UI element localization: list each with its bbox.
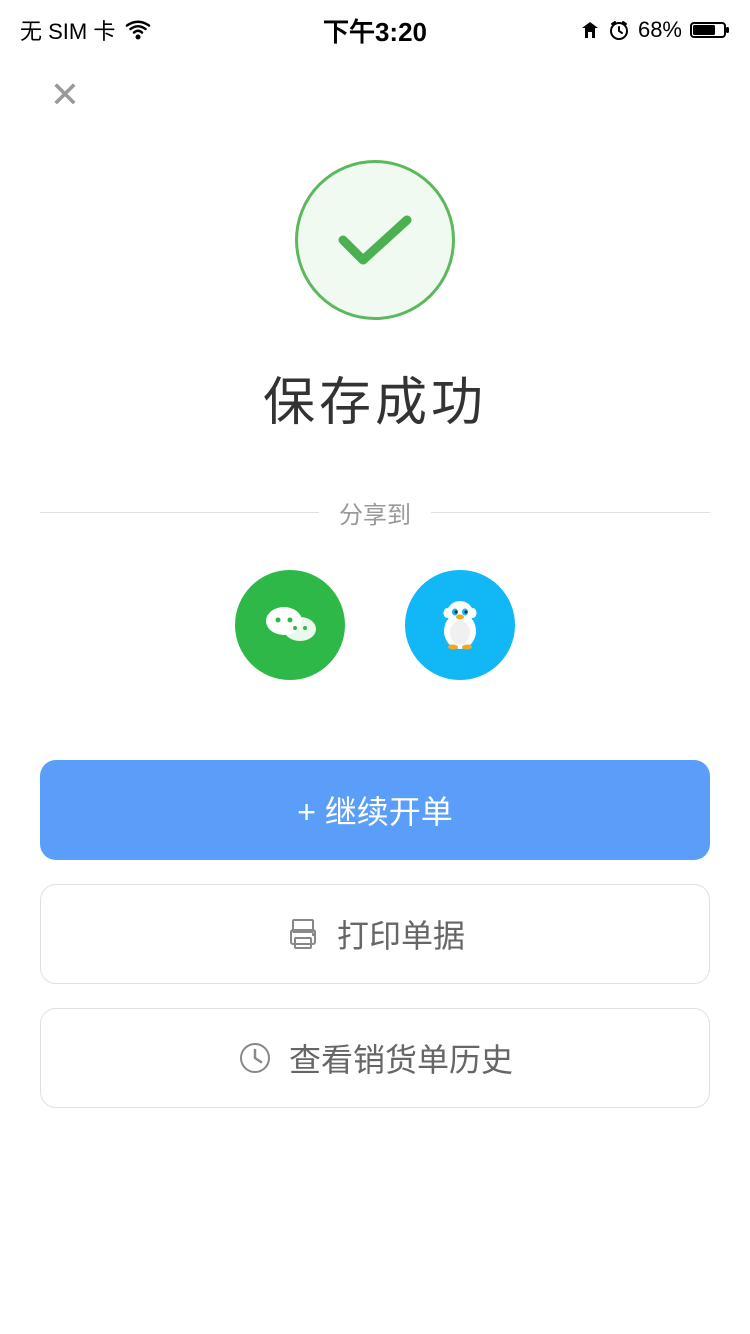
status-time: 下午3:20 (323, 12, 427, 49)
qq-icon (428, 593, 493, 658)
history-button-label: 查看销货单历史 (289, 1035, 513, 1081)
continue-button-label: + 继续开单 (297, 787, 453, 833)
continue-button[interactable]: + 继续开单 (40, 760, 710, 860)
alarm-icon (608, 19, 630, 41)
success-circle (295, 160, 455, 320)
checkmark-icon (335, 210, 415, 270)
status-left: 无 SIM 卡 (20, 14, 153, 46)
printer-icon (285, 916, 321, 952)
history-button[interactable]: 查看销货单历史 (40, 1008, 710, 1108)
status-right: 68% (580, 17, 730, 43)
divider-line-left (40, 512, 319, 513)
wechat-icon (258, 593, 323, 658)
status-bar: 无 SIM 卡 下午3:20 68% (0, 0, 750, 60)
share-label: 分享到 (339, 495, 411, 530)
share-row (235, 570, 515, 680)
battery-icon (690, 20, 730, 40)
history-icon (237, 1040, 273, 1076)
share-wechat-button[interactable] (235, 570, 345, 680)
wifi-icon (123, 19, 153, 41)
share-qq-button[interactable] (405, 570, 515, 680)
success-title: 保存成功 (263, 360, 487, 435)
close-icon: ✕ (50, 77, 80, 113)
battery-percent: 68% (638, 17, 682, 43)
action-buttons: + 继续开单 打印单据 查看销货单历史 (40, 760, 710, 1108)
print-button[interactable]: 打印单据 (40, 884, 710, 984)
print-button-label: 打印单据 (337, 911, 465, 957)
location-icon (580, 20, 600, 40)
share-divider: 分享到 (40, 495, 710, 530)
close-button[interactable]: ✕ (40, 70, 90, 120)
no-sim-label: 无 SIM 卡 (20, 14, 115, 46)
main-content: 保存成功 分享到 (0, 60, 750, 1108)
divider-line-right (431, 512, 710, 513)
